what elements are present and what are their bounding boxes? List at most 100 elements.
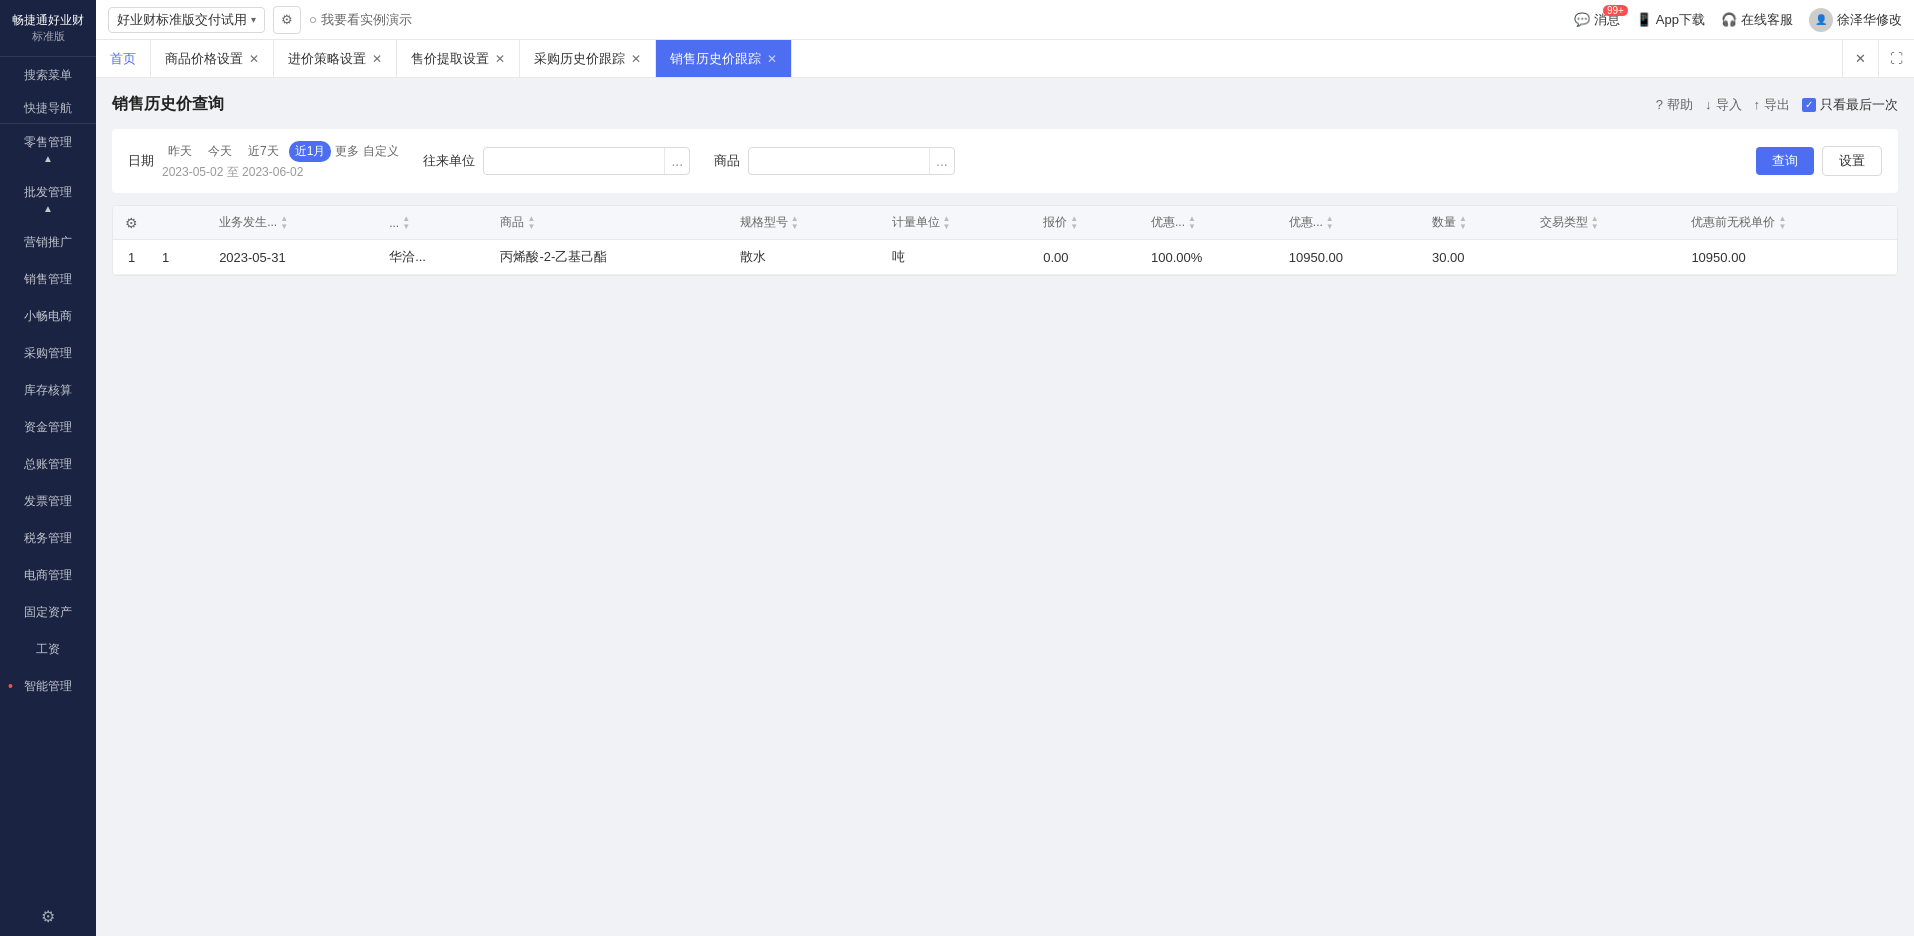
- date-filter-more[interactable]: 更多: [335, 143, 359, 160]
- sidebar-item-smart[interactable]: 智能管理: [0, 668, 96, 705]
- topbar-message-btn[interactable]: 💬 消息 99+: [1574, 11, 1620, 29]
- user-info[interactable]: 👤 徐泽华修改: [1809, 8, 1902, 32]
- date-filter-yesterday[interactable]: 昨天: [162, 141, 198, 162]
- sort-arrows-discount2: ▲▼: [1326, 215, 1334, 231]
- date-filter-today[interactable]: 今天: [202, 141, 238, 162]
- topbar-app-label: App下载: [1656, 11, 1705, 29]
- date-filter-last7[interactable]: 近7天: [242, 141, 285, 162]
- date-range-display: 2023-05-02 至 2023-06-02: [162, 164, 399, 181]
- topbar-version-select[interactable]: 好业财标准版交付试用 ▾: [108, 7, 265, 33]
- search-bar: 日期 昨天 今天 近7天 近1月 更多 自定义 2023-05-02 至 202…: [112, 129, 1898, 193]
- tab-home-label: 首页: [110, 50, 136, 68]
- date-filters: 昨天 今天 近7天 近1月 更多 自定义 2023-05-02 至 2023-0…: [162, 141, 399, 181]
- page-content: 销售历史价查询 ? 帮助 ↓ 导入 ↑ 导出 ✓: [96, 78, 1914, 936]
- tabbar-right: ✕ ⛶: [1842, 40, 1914, 78]
- tab-price-settings-close[interactable]: ✕: [249, 52, 259, 66]
- help-button[interactable]: ? 帮助: [1656, 96, 1693, 114]
- tabbar-close-btn[interactable]: ✕: [1842, 40, 1878, 78]
- sidebar-item-payroll[interactable]: 工资: [0, 631, 96, 668]
- th-business-date[interactable]: 业务发生... ▲▼: [207, 206, 377, 240]
- tab-pricing-strategy-close[interactable]: ✕: [372, 52, 382, 66]
- th-quantity[interactable]: 数量 ▲▼: [1420, 206, 1528, 240]
- tab-purchase-history[interactable]: 采购历史价跟踪 ✕: [520, 40, 656, 78]
- th-pretax-price[interactable]: 优惠前无税单价 ▲▼: [1679, 206, 1897, 240]
- topbar-right: 💬 消息 99+ 📱 App下载 🎧 在线客服 👤 徐泽华修改: [1574, 8, 1902, 32]
- topbar-demo-btn[interactable]: ○ 我要看实例演示: [309, 11, 412, 29]
- from-company-dots-btn[interactable]: ...: [664, 148, 689, 174]
- tab-sales-history[interactable]: 销售历史价跟踪 ✕: [656, 40, 792, 78]
- tab-sales-history-close[interactable]: ✕: [767, 52, 777, 66]
- sidebar-bottom: ⚙: [0, 897, 96, 936]
- only-last-label: 只看最后一次: [1820, 96, 1898, 114]
- tab-pricing-strategy[interactable]: 进价策略设置 ✕: [274, 40, 397, 78]
- date-filter-custom[interactable]: 自定义: [363, 143, 399, 160]
- th-spec[interactable]: 规格型号 ▲▼: [728, 206, 880, 240]
- td-quantity: 30.00: [1420, 240, 1528, 275]
- td-row-num: 1: [113, 240, 150, 275]
- tab-purchase-history-close[interactable]: ✕: [631, 52, 641, 66]
- tab-price-extract-close[interactable]: ✕: [495, 52, 505, 66]
- sidebar-item-ecommerce[interactable]: 电商管理: [0, 557, 96, 594]
- sidebar-search-menu[interactable]: 搜索菜单: [0, 57, 96, 94]
- tab-price-settings[interactable]: 商品价格设置 ✕: [151, 40, 274, 78]
- sidebar-item-marketing[interactable]: 营销推广: [0, 224, 96, 261]
- td-product: 丙烯酸-2-乙基己酯: [488, 240, 727, 275]
- settings-button[interactable]: 设置: [1822, 146, 1882, 176]
- th-row-num: [150, 206, 207, 240]
- th-discount2[interactable]: 优惠... ▲▼: [1277, 206, 1420, 240]
- sidebar-item-wholesale[interactable]: 批发管理 ▲: [0, 174, 96, 224]
- sidebar-item-retail[interactable]: 零售管理 ▲: [0, 124, 96, 174]
- td-spec: 散水: [728, 240, 880, 275]
- date-label: 日期: [128, 152, 154, 170]
- th-product[interactable]: 商品 ▲▼: [488, 206, 727, 240]
- demo-icon: ○: [309, 12, 317, 27]
- sidebar-item-invoice[interactable]: 发票管理: [0, 483, 96, 520]
- th-unit-label: 计量单位: [892, 214, 940, 231]
- th-transaction-type[interactable]: 交易类型 ▲▼: [1528, 206, 1680, 240]
- table-settings-icon[interactable]: ⚙: [125, 215, 138, 231]
- page-actions: ? 帮助 ↓ 导入 ↑ 导出 ✓ 只看最后一次: [1656, 96, 1898, 114]
- th-spec-label: 规格型号: [740, 214, 788, 231]
- sidebar-quick-nav[interactable]: 快捷导航: [0, 94, 96, 124]
- tab-home[interactable]: 首页: [96, 40, 151, 78]
- only-last-checkbox[interactable]: ✓ 只看最后一次: [1802, 96, 1898, 114]
- export-icon: ↑: [1754, 97, 1761, 112]
- th-unit[interactable]: 计量单位 ▲▼: [880, 206, 1032, 240]
- date-filter-last1m[interactable]: 近1月: [289, 141, 332, 162]
- th-discount1[interactable]: 优惠... ▲▼: [1139, 206, 1277, 240]
- th-extra[interactable]: ... ▲▼: [377, 206, 488, 240]
- product-input[interactable]: [749, 154, 929, 169]
- tabbar-expand-btn[interactable]: ⛶: [1878, 40, 1914, 78]
- product-dots-btn[interactable]: ...: [929, 148, 954, 174]
- sidebar-item-retail-label: 零售管理: [24, 134, 72, 151]
- sidebar-item-purchase[interactable]: 采购管理: [0, 335, 96, 372]
- query-button[interactable]: 查询: [1756, 147, 1814, 175]
- th-business-date-label: 业务发生...: [219, 214, 277, 231]
- sidebar-item-finance[interactable]: 资金管理: [0, 409, 96, 446]
- sidebar-settings-icon[interactable]: ⚙: [8, 907, 88, 926]
- topbar-config-button[interactable]: ⚙: [273, 6, 301, 34]
- topbar-app-download-btn[interactable]: 📱 App下载: [1636, 11, 1705, 29]
- tab-pricing-strategy-label: 进价策略设置: [288, 50, 366, 68]
- sidebar-item-general-ledger[interactable]: 总账管理: [0, 446, 96, 483]
- main-content: 好业财标准版交付试用 ▾ ⚙ ○ 我要看实例演示 💬 消息 99+: [96, 0, 1914, 936]
- td-transaction-type: [1528, 240, 1680, 275]
- td-extra: 华洽...: [377, 240, 488, 275]
- sidebar-item-inventory[interactable]: 库存核算: [0, 372, 96, 409]
- export-button[interactable]: ↑ 导出: [1754, 96, 1791, 114]
- import-button[interactable]: ↓ 导入: [1705, 96, 1742, 114]
- topbar-demo-label: 我要看实例演示: [321, 11, 412, 29]
- sidebar-item-sales[interactable]: 销售管理: [0, 261, 96, 298]
- th-price[interactable]: 报价 ▲▼: [1031, 206, 1139, 240]
- topbar-online-service-btn[interactable]: 🎧 在线客服: [1721, 11, 1793, 29]
- sidebar-item-fixed-assets[interactable]: 固定资产: [0, 594, 96, 631]
- sidebar-item-marketing-label: 营销推广: [24, 234, 72, 251]
- sidebar-item-inventory-label: 库存核算: [24, 382, 72, 399]
- tab-price-extract[interactable]: 售价提取设置 ✕: [397, 40, 520, 78]
- sort-arrows-business-date: ▲▼: [280, 215, 288, 231]
- sidebar-item-wholesale-label: 批发管理: [24, 184, 72, 201]
- sidebar-item-tax[interactable]: 税务管理: [0, 520, 96, 557]
- sidebar-item-small-ecommerce[interactable]: 小畅电商: [0, 298, 96, 335]
- sidebar: 畅捷通好业财 标准版 搜索菜单 快捷导航 零售管理 ▲ 批发管理 ▲ 营销推广 …: [0, 0, 96, 936]
- from-company-input[interactable]: [484, 154, 664, 169]
